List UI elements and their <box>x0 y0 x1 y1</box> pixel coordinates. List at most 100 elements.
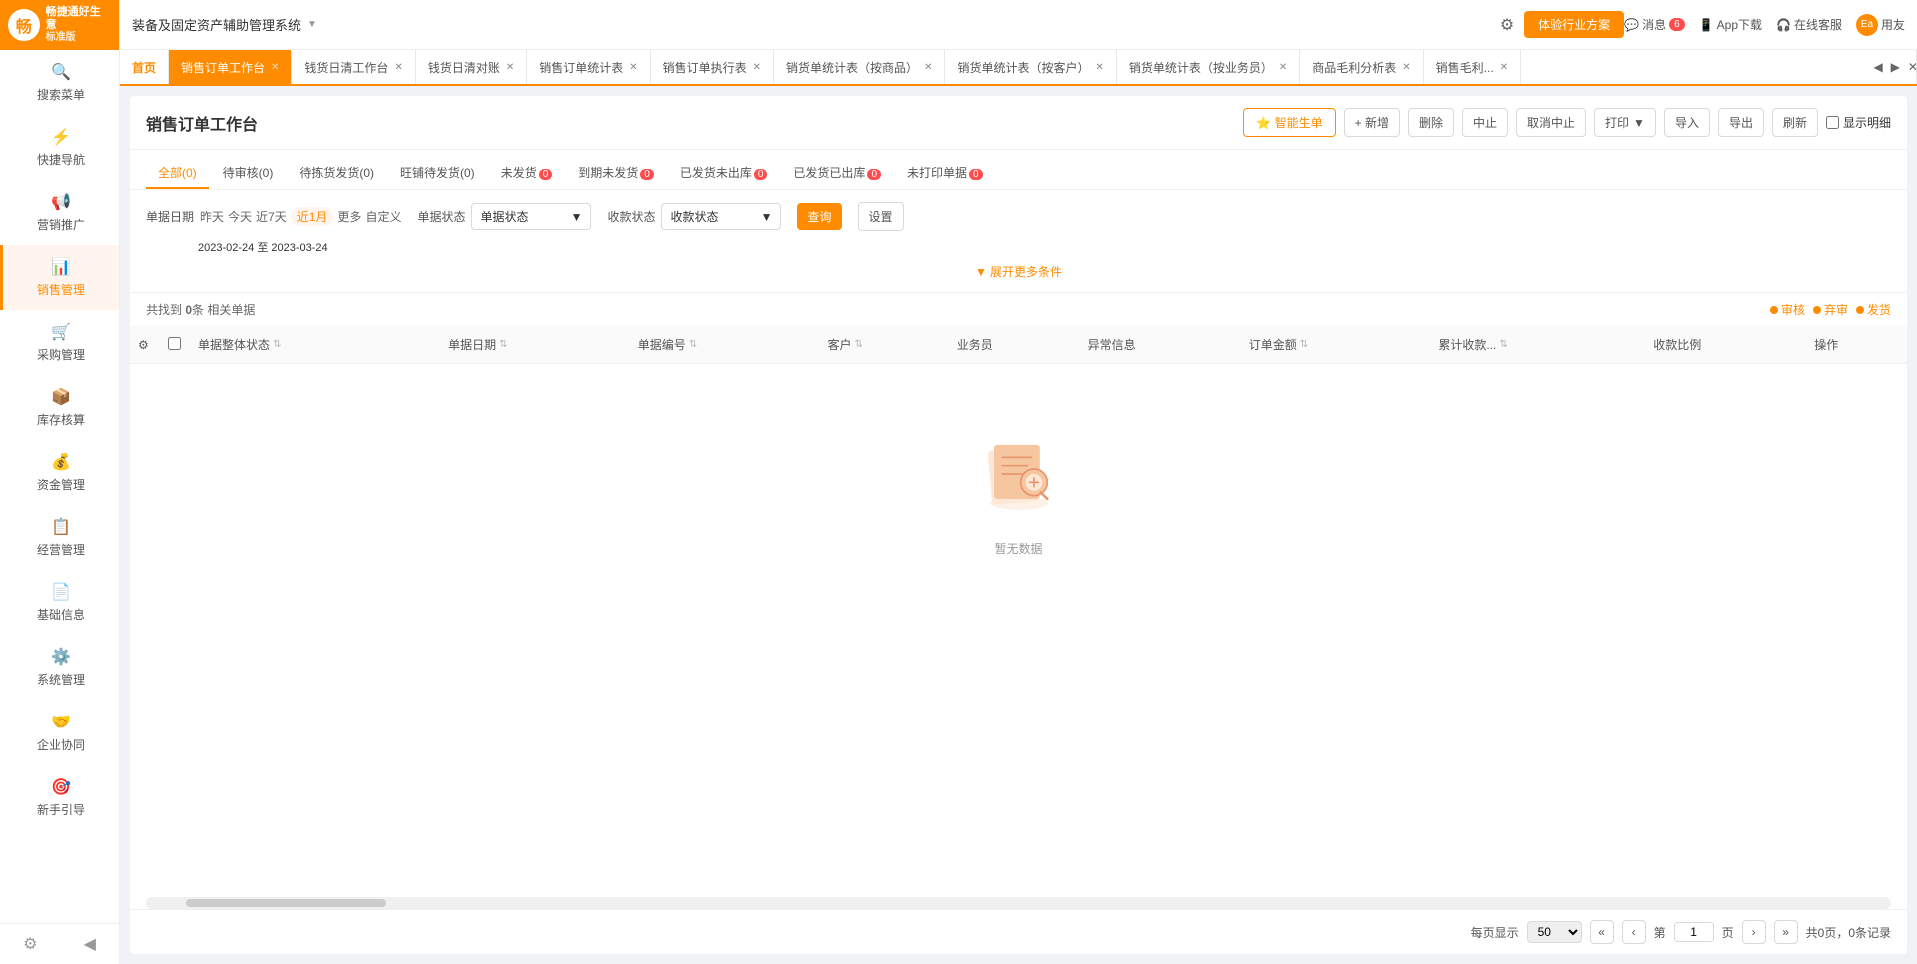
settings-bottom-icon[interactable]: ⚙ <box>23 934 37 954</box>
sidebar-item-6[interactable]: 💰资金管理 <box>0 440 119 505</box>
smart-create-btn[interactable]: ⭐ 智能生单 <box>1243 108 1335 137</box>
expand-conditions-btn[interactable]: ▼ 展开更多条件 <box>975 263 1062 280</box>
tab-item-8[interactable]: 销货单统计表（按业务员）✕ <box>1117 50 1300 85</box>
filter-tab-4[interactable]: 未发货0 <box>489 158 565 189</box>
tab-item-10[interactable]: 销售毛利...✕ <box>1424 50 1521 85</box>
import-btn[interactable]: 导入 <box>1664 108 1710 137</box>
sidebar-item-10[interactable]: 🤝企业协同 <box>0 700 119 765</box>
app-download-item[interactable]: 📱 App下载 <box>1699 16 1762 33</box>
th-checkbox[interactable] <box>160 326 190 364</box>
query-btn[interactable]: 查询 <box>797 203 841 230</box>
sidebar-item-1[interactable]: ⚡快捷导航 <box>0 115 119 180</box>
sidebar-item-4[interactable]: 🛒采购管理 <box>0 310 119 375</box>
page-input[interactable] <box>1674 922 1714 942</box>
tab-item-2[interactable]: 钱货日清工作台✕ <box>292 50 415 85</box>
sidebar-item-3[interactable]: 📊销售管理 <box>0 245 119 310</box>
page-actions: ⭐ 智能生单 + 新增 删除 中止 取消中止 打印 ▼ 导入 导出 刷新 显示明… <box>1243 108 1891 137</box>
system-dropdown-arrow[interactable]: ▼ <box>307 19 317 30</box>
show-detail-label[interactable]: 显示明细 <box>1826 114 1891 131</box>
show-detail-checkbox[interactable] <box>1826 116 1839 129</box>
tab-close-9[interactable]: ✕ <box>1402 62 1410 73</box>
tab-close-6[interactable]: ✕ <box>924 62 932 73</box>
logo-text: 畅捷通好生意 <box>46 6 111 32</box>
nav-icon-9: ⚙️ <box>51 647 71 667</box>
tab-item-0[interactable]: 首页 <box>120 50 169 85</box>
date-more[interactable]: 更多 <box>337 208 361 225</box>
tab-prev-btn[interactable]: ◀ <box>1869 60 1886 74</box>
tab-close-5[interactable]: ✕ <box>753 62 761 73</box>
tab-item-3[interactable]: 钱货日清对账✕ <box>416 50 527 85</box>
delete-btn[interactable]: 删除 <box>1408 108 1454 137</box>
date-today[interactable]: 今天 <box>228 208 252 225</box>
reject-btn[interactable]: 弃审 <box>1813 301 1848 318</box>
sidebar-item-2[interactable]: 📢营销推广 <box>0 180 119 245</box>
filter-tab-7[interactable]: 已发货已出库0 <box>781 158 893 189</box>
page-last-btn[interactable]: » <box>1774 920 1798 944</box>
filter-tab-1[interactable]: 待审核(0) <box>211 158 286 189</box>
tab-close-7[interactable]: ✕ <box>1095 62 1103 73</box>
sidebar-item-9[interactable]: ⚙️系统管理 <box>0 635 119 700</box>
settings-btn[interactable]: 设置 <box>858 202 904 231</box>
tab-close-3[interactable]: ✕ <box>506 62 514 73</box>
date-yesterday[interactable]: 昨天 <box>200 208 224 225</box>
tab-close-10[interactable]: ✕ <box>1500 62 1508 73</box>
horizontal-scrollbar[interactable] <box>146 897 1891 909</box>
add-btn[interactable]: + 新增 <box>1344 108 1400 137</box>
payment-select[interactable]: 收款状态 ▼ <box>661 203 781 230</box>
online-service-item[interactable]: 🎧 在线客服 <box>1776 16 1842 33</box>
tab-next-btn[interactable]: ▶ <box>1887 60 1904 74</box>
status-select[interactable]: 单据状态 ▼ <box>471 203 591 230</box>
scrollbar-thumb[interactable] <box>186 899 386 907</box>
tab-item-6[interactable]: 销货单统计表（按商品）✕ <box>774 50 945 85</box>
filter-tab-5[interactable]: 到期未发货0 <box>566 158 666 189</box>
date-7days[interactable]: 近7天 <box>256 208 287 225</box>
print-btn[interactable]: 打印 ▼ <box>1594 108 1656 137</box>
header-settings-icon[interactable]: ⚙ <box>1500 15 1514 35</box>
result-count: 共找到 0条 相关单据 <box>146 301 255 318</box>
sidebar-item-7[interactable]: 📋经营管理 <box>0 505 119 570</box>
sidebar-item-0[interactable]: 🔍搜索菜单 <box>0 50 119 115</box>
tab-item-7[interactable]: 销货单统计表（按客户）✕ <box>945 50 1116 85</box>
th-date: 单据日期⇅ <box>440 326 630 364</box>
tab-close-1[interactable]: ✕ <box>271 62 279 73</box>
select-all-checkbox[interactable] <box>168 337 181 350</box>
stop-btn[interactable]: 中止 <box>1462 108 1508 137</box>
sidebar-item-5[interactable]: 📦库存核算 <box>0 375 119 440</box>
nav-icon-2: 📢 <box>51 192 71 212</box>
filter-tab-6[interactable]: 已发货未出库0 <box>668 158 780 189</box>
sidebar-item-8[interactable]: 📄基础信息 <box>0 570 119 635</box>
tab-close-2[interactable]: ✕ <box>394 62 402 73</box>
refresh-btn[interactable]: 刷新 <box>1772 108 1818 137</box>
tab-close-8[interactable]: ✕ <box>1279 62 1287 73</box>
date-1month[interactable]: 近1月 <box>291 207 334 226</box>
user-item[interactable]: Ea 用友 <box>1856 14 1905 36</box>
page-next-btn[interactable]: › <box>1742 920 1766 944</box>
collapse-icon[interactable]: ◀ <box>84 934 96 954</box>
tab-close-all-btn[interactable]: ✕ <box>1904 60 1917 74</box>
th-number: 单据编号⇅ <box>630 326 820 364</box>
industry-btn[interactable]: 体验行业方案 <box>1524 11 1624 38</box>
cancel-stop-btn[interactable]: 取消中止 <box>1516 108 1586 137</box>
page-first-btn[interactable]: « <box>1590 920 1614 944</box>
tab-close-4[interactable]: ✕ <box>629 62 637 73</box>
tab-item-1[interactable]: 销售订单工作台✕ <box>169 50 292 85</box>
page-prev-btn[interactable]: ‹ <box>1622 920 1646 944</box>
filter-tab-0[interactable]: 全部(0) <box>146 158 209 189</box>
audit-btn[interactable]: 审核 <box>1770 301 1805 318</box>
date-custom[interactable]: 自定义 <box>365 208 401 225</box>
page-size-select[interactable]: 20 50 100 <box>1527 921 1582 943</box>
export-btn[interactable]: 导出 <box>1718 108 1764 137</box>
sidebar-item-11[interactable]: 🎯新手引导 <box>0 765 119 830</box>
th-salesperson: 业务员 <box>949 326 1080 364</box>
tab-item-4[interactable]: 销售订单统计表✕ <box>527 50 650 85</box>
tab-item-5[interactable]: 销售订单执行表✕ <box>651 50 774 85</box>
th-settings[interactable]: ⚙ <box>130 326 160 364</box>
filter-tab-8[interactable]: 未打印单据0 <box>895 158 995 189</box>
filter-tab-3[interactable]: 旺铺待发货(0) <box>388 158 487 189</box>
filter-tab-2[interactable]: 待拣货发货(0) <box>287 158 386 189</box>
message-item[interactable]: 💬 消息 6 <box>1624 16 1685 33</box>
ship-btn[interactable]: 发货 <box>1856 301 1891 318</box>
tab-item-9[interactable]: 商品毛利分析表✕ <box>1300 50 1423 85</box>
main-area: 装备及固定资产辅助管理系统 ▼ ⚙ 体验行业方案 💬 消息 6 📱 App下载 … <box>120 0 1917 964</box>
sidebar-nav: 🔍搜索菜单⚡快捷导航📢营销推广📊销售管理🛒采购管理📦库存核算💰资金管理📋经营管理… <box>0 50 119 830</box>
